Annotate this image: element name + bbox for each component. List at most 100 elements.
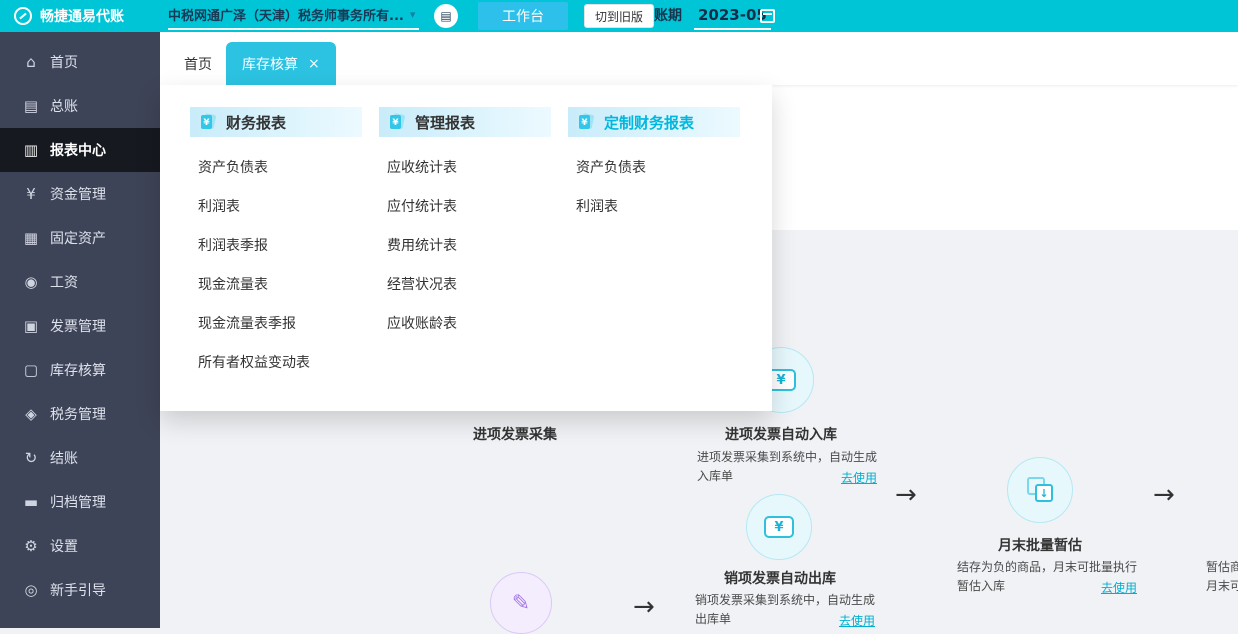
step-title-auto-inbound: 进项发票自动入库 <box>725 427 837 443</box>
logo-icon <box>14 7 32 25</box>
svg-text:¥: ¥ <box>581 118 588 128</box>
sidebar-item-invoice[interactable]: ▣ 发票管理 <box>0 304 160 348</box>
menu-item[interactable]: 应收统计表 <box>387 149 551 188</box>
sidebar: 畅捷通易代账 ⌂ 首页 ▤ 总账 ▥ 报表中心 ¥ 资金管理 ▦ 固定资产 ◉ 工资 ▣ 发票管理 ▢ 库存核… <box>0 0 160 628</box>
flow-arrow-icon: → <box>895 480 917 510</box>
menu-items-custom: 资产负债表 利润表 <box>568 149 740 227</box>
menu-item[interactable]: 所有者权益变动表 <box>198 344 362 383</box>
ledger-icon: ▤ <box>23 97 39 115</box>
step-desc-month-end-estimate: 结存为负的商品，月末可批量执行暂估入库 去使用 <box>957 558 1139 598</box>
menu-column-header: ¥ 管理报表 <box>379 107 551 137</box>
period-label: 账期 <box>654 8 682 24</box>
step-desc-auto-inbound: 进项发票采集到系统中，自动生成入库单 去使用 <box>697 448 879 488</box>
use-link-auto-inbound[interactable]: 去使用 <box>841 469 877 488</box>
menu-item[interactable]: 资产负债表 <box>198 149 362 188</box>
chevron-down-icon: ▾ <box>409 7 416 21</box>
sidebar-item-label: 首页 <box>50 55 78 71</box>
salary-icon: ◉ <box>24 273 38 291</box>
report-stack-icon: ¥ <box>201 113 216 129</box>
menu-items-management: 应收统计表 应付统计表 费用统计表 经营状况表 应收账龄表 <box>379 149 551 344</box>
svg-text:¥: ¥ <box>203 118 210 128</box>
tab-home[interactable]: 首页 <box>168 42 228 85</box>
sidebar-item-label: 固定资产 <box>50 231 106 247</box>
chart-icon: ▥ <box>23 141 39 159</box>
step-title-auto-outbound: 销项发票自动出库 <box>724 571 836 587</box>
archive-icon: ▬ <box>23 493 39 511</box>
sidebar-item-guide[interactable]: ◎ 新手引导 <box>0 568 160 612</box>
use-link-auto-outbound[interactable]: 去使用 <box>839 612 875 631</box>
sidebar-item-label: 设置 <box>50 539 78 555</box>
batch-stack-icon: ↓ <box>1025 476 1055 504</box>
sidebar-item-settings[interactable]: ⚙ 设置 <box>0 524 160 568</box>
app-logo: 畅捷通易代账 <box>0 0 160 32</box>
sidebar-item-label: 工资 <box>50 275 78 291</box>
step-desc-auto-outbound: 销项发票采集到系统中，自动生成出库单 去使用 <box>695 591 877 631</box>
menu-item[interactable]: 现金流量表季报 <box>198 305 362 344</box>
sidebar-item-label: 报表中心 <box>50 143 106 159</box>
document-icon[interactable]: ▤ <box>434 4 458 28</box>
logo-text: 畅捷通易代账 <box>40 9 124 25</box>
menu-column-header: ¥ 定制财务报表 <box>568 107 740 137</box>
invoice-icon: ▣ <box>23 317 39 335</box>
tab-label: 库存核算 <box>242 56 298 73</box>
step-title-month-end-estimate: 月末批量暂估 <box>998 538 1082 554</box>
use-link-month-end-estimate[interactable]: 去使用 <box>1101 579 1137 598</box>
menu-column-financial-reports: ¥ 财务报表 资产负债表 利润表 利润表季报 现金流量表 现金流量表季报 所有者权益变动表 <box>190 107 362 411</box>
menu-item[interactable]: 利润表季报 <box>198 227 362 266</box>
company-selector-label: 中税网通广泽（天津）税务师事务所有... <box>168 8 404 24</box>
company-selector[interactable]: 中税网通广泽（天津）税务师事务所有... ▾ <box>168 0 420 30</box>
menu-column-custom-financial-reports: ¥ 定制财务报表 资产负债表 利润表 <box>568 107 740 411</box>
step-title-input-invoice-collect: 进项发票采集 <box>473 427 557 443</box>
sidebar-item-label: 新手引导 <box>50 583 106 599</box>
menu-item[interactable]: 经营状况表 <box>387 266 551 305</box>
sidebar-nav: ⌂ 首页 ▤ 总账 ▥ 报表中心 ¥ 资金管理 ▦ 固定资产 ◉ 工资 ▣ 发票管理 ▢ 库存核算 ◈ 税务管理 ↻… <box>0 32 160 612</box>
topbar: 中税网通广泽（天津）税务师事务所有... ▾ ▤ 工作台 切到旧版 账期 202… <box>160 0 1238 32</box>
sidebar-item-inventory[interactable]: ▢ 库存核算 <box>0 348 160 392</box>
close-icon[interactable]: × <box>308 56 320 72</box>
menu-item[interactable]: 应付统计表 <box>387 188 551 227</box>
flow-arrow-icon: → <box>633 592 655 622</box>
partial-right-card-text: 暂估商 月末可 <box>1206 560 1238 593</box>
sidebar-item-general-ledger[interactable]: ▤ 总账 <box>0 84 160 128</box>
switch-old-version-button[interactable]: 切到旧版 <box>584 4 655 28</box>
menu-items-financial: 资产负债表 利润表 利润表季报 现金流量表 现金流量表季报 所有者权益变动表 <box>190 149 362 383</box>
menu-column-title: 管理报表 <box>415 113 476 132</box>
report-stack-icon: ¥ <box>390 113 405 129</box>
menu-item[interactable]: 利润表 <box>198 188 362 227</box>
month-end-estimate-icon: ↓ <box>1007 457 1073 523</box>
svg-text:¥: ¥ <box>392 118 399 128</box>
sidebar-item-tax[interactable]: ◈ 税务管理 <box>0 392 160 436</box>
sidebar-item-label: 发票管理 <box>50 319 106 335</box>
menu-item[interactable]: 现金流量表 <box>198 266 362 305</box>
sidebar-item-home[interactable]: ⌂ 首页 <box>0 40 160 84</box>
tabbar: 首页 库存核算 × <box>160 32 1238 85</box>
sidebar-item-label: 归档管理 <box>50 495 106 511</box>
sidebar-item-salary[interactable]: ◉ 工资 <box>0 260 160 304</box>
sidebar-item-closing[interactable]: ↻ 结账 <box>0 436 160 480</box>
menu-column-management-reports: ¥ 管理报表 应收统计表 应付统计表 费用统计表 经营状况表 应收账龄表 <box>379 107 551 411</box>
home-icon: ⌂ <box>26 53 36 71</box>
report-stack-icon: ¥ <box>579 113 594 129</box>
sidebar-item-fixed-assets[interactable]: ▦ 固定资产 <box>0 216 160 260</box>
menu-item[interactable]: 利润表 <box>576 188 740 227</box>
sidebar-item-funds[interactable]: ¥ 资金管理 <box>0 172 160 216</box>
calendar-icon[interactable] <box>760 9 775 23</box>
closing-icon: ↻ <box>24 449 38 467</box>
menu-item[interactable]: 费用统计表 <box>387 227 551 266</box>
sidebar-item-report-center[interactable]: ▥ 报表中心 <box>0 128 160 172</box>
sidebar-item-label: 结账 <box>50 451 78 467</box>
guide-icon: ◎ <box>24 581 38 599</box>
sidebar-item-archive[interactable]: ▬ 归档管理 <box>0 480 160 524</box>
menu-item[interactable]: 资产负债表 <box>576 149 740 188</box>
menu-column-title: 财务报表 <box>226 113 287 132</box>
invoice-bill-icon: ¥ <box>764 516 794 538</box>
tab-inventory-accounting[interactable]: 库存核算 × <box>226 42 336 85</box>
workbench-button[interactable]: 工作台 <box>478 2 568 30</box>
output-invoice-collect-icon: ✎ <box>490 572 552 634</box>
download-arrow-icon: ↓ <box>1035 484 1053 502</box>
menu-column-header: ¥ 财务报表 <box>190 107 362 137</box>
sidebar-item-label: 总账 <box>50 99 78 115</box>
money-icon: ¥ <box>26 185 36 203</box>
menu-item[interactable]: 应收账龄表 <box>387 305 551 344</box>
menu-column-title: 定制财务报表 <box>604 113 695 132</box>
